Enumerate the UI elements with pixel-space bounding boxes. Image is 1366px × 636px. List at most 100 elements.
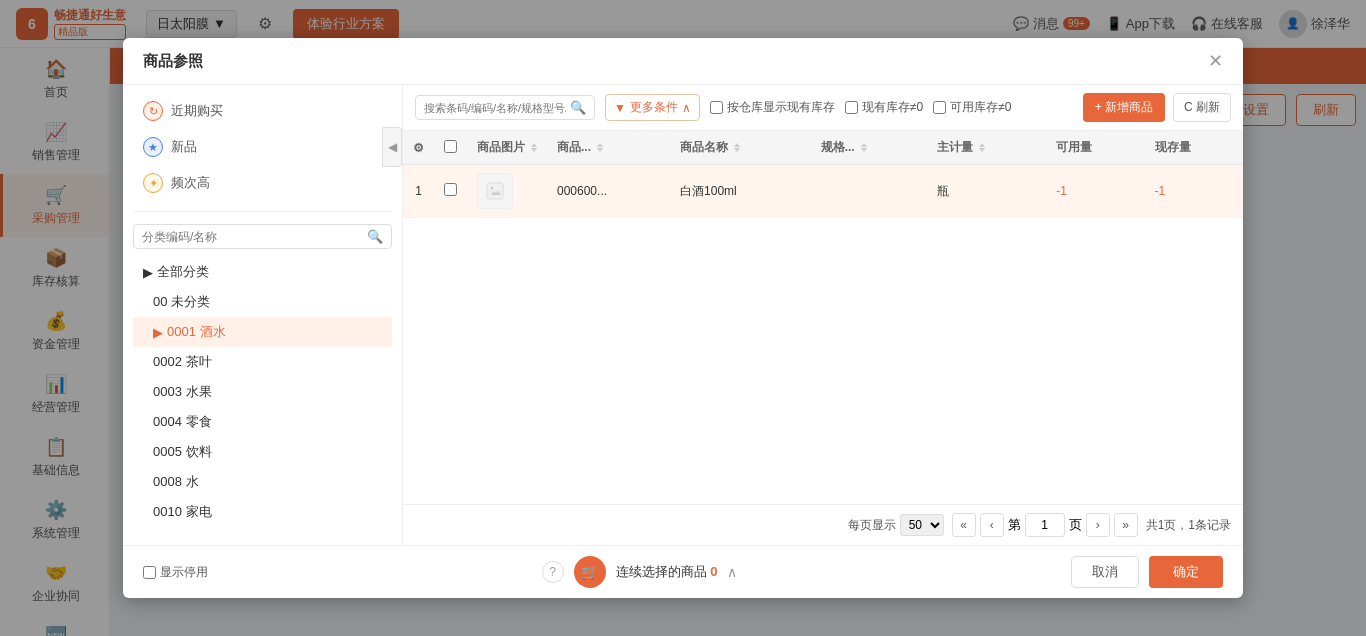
checkbox-nonzero-available[interactable]: 可用库存≠0 [933,99,1011,116]
filter-button[interactable]: ▼ 更多条件 ∧ [605,94,700,121]
svg-rect-0 [487,183,503,199]
show-disabled-checkbox[interactable] [143,566,156,579]
footer-buttons: 取消 确定 [1071,556,1223,588]
modal-right-panel: 🔍 ▼ 更多条件 ∧ 按仓库显示现有库存 现有库存≠0 [403,85,1243,545]
quick-buttons-group: ↻ 近期购买 ★ 新品 ✦ 频次高 ◀ [133,95,392,199]
col-check-header[interactable] [434,131,467,165]
category-item-water[interactable]: 0008 水 [133,467,392,497]
sort-up-icon [861,143,867,147]
product-table-area: ⚙ 商品图片 [403,131,1243,504]
sort-icon [734,143,740,152]
product-search-bar[interactable]: 🔍 [415,95,595,120]
col-image-header: 商品图片 [467,131,547,165]
sort-down-icon [734,148,740,152]
category-search-bar[interactable]: 🔍 [133,224,392,249]
category-item-uncategorized[interactable]: 00 未分类 [133,287,392,317]
new-product-icon: ★ [143,137,163,157]
table-row[interactable]: 1 000600... 白酒100ml 瓶 [403,165,1243,218]
row-checkbox-cell[interactable] [434,165,467,218]
row-checkbox[interactable] [444,183,457,196]
sort-up-icon [979,143,985,147]
svg-point-1 [491,187,494,190]
category-item-drinks[interactable]: 0005 饮料 [133,437,392,467]
page-navigation: « ‹ 第 页 › » [952,513,1138,537]
help-icon[interactable]: ? [542,561,564,583]
panel-collapse-button[interactable]: ◀ [382,127,402,167]
page-size-selector[interactable]: 每页显示 50 [848,514,944,536]
product-thumbnail [477,173,513,209]
arrow-icon: ▶ [143,265,153,280]
category-item-tea[interactable]: 0002 茶叶 [133,347,392,377]
col-unit-header: 主计量 [927,131,1046,165]
new-product-button[interactable]: ★ 新品 [133,131,392,163]
sort-icon [597,143,603,152]
col-spec-header: 规格... [811,131,927,165]
category-item-all[interactable]: ▶ 全部分类 [133,257,392,287]
selected-items-label: 连续选择的商品 0 [616,563,718,581]
pagination-bar: 每页显示 50 « ‹ 第 页 › » 共1页，1条记录 [403,504,1243,545]
cart-icon: 🛒 [574,556,606,588]
add-product-button[interactable]: + 新增商品 [1083,93,1165,122]
confirm-button[interactable]: 确定 [1149,556,1223,588]
modal-left-panel: ↻ 近期购买 ★ 新品 ✦ 频次高 ◀ 🔍 [123,85,403,545]
col-code-header: 商品... [547,131,670,165]
row-spec [811,165,927,218]
product-table: ⚙ 商品图片 [403,131,1243,218]
category-search-input[interactable] [142,230,363,244]
page-number-input[interactable] [1025,513,1065,537]
recent-purchase-button[interactable]: ↻ 近期购买 [133,95,392,127]
show-disabled-checkbox-label[interactable]: 显示停用 [143,564,208,581]
sort-icon [861,143,867,152]
cancel-button[interactable]: 取消 [1071,556,1139,588]
sort-down-icon [979,148,985,152]
checkbox-show-inventory[interactable]: 按仓库显示现有库存 [710,99,835,116]
col-name-header: 商品名称 [670,131,811,165]
high-frequency-button[interactable]: ✦ 频次高 [133,167,392,199]
select-all-checkbox[interactable] [444,140,457,153]
col-stock-header: 现存量 [1145,131,1243,165]
row-name: 白酒100ml [670,165,811,218]
modal-close-button[interactable]: ✕ [1208,50,1223,72]
page-size-select-input[interactable]: 50 [900,514,944,536]
show-inventory-checkbox[interactable] [710,101,723,114]
row-num: 1 [403,165,434,218]
sort-down-icon [597,148,603,152]
prev-page-button[interactable]: ‹ [980,513,1004,537]
col-available-header: 可用量 [1046,131,1144,165]
selected-count-badge: 0 [710,564,717,579]
category-item-liquor[interactable]: ▶ 0001 酒水 [133,317,392,347]
footer-collapse-button[interactable]: ∧ [727,564,737,580]
category-tree: ▶ 全部分类 00 未分类 ▶ 0001 酒水 0002 茶叶 0003 水果 [133,257,392,535]
category-item-appliance[interactable]: 0010 家电 [133,497,392,527]
product-reference-modal: 商品参照 ✕ ↻ 近期购买 ★ 新品 ✦ 频次高 [123,38,1243,598]
refresh-button[interactable]: C 刷新 [1173,93,1231,122]
search-icon[interactable]: 🔍 [570,100,586,115]
active-arrow-icon: ▶ [153,325,163,340]
category-item-snacks[interactable]: 0004 零食 [133,407,392,437]
col-settings-header[interactable]: ⚙ [403,131,434,165]
search-icon[interactable]: 🔍 [367,229,383,244]
sort-icon [531,143,537,152]
modal-header: 商品参照 ✕ [123,38,1243,85]
row-unit: 瓶 [927,165,1046,218]
nonzero-available-checkbox[interactable] [933,101,946,114]
last-page-button[interactable]: » [1114,513,1138,537]
modal-title: 商品参照 [143,52,203,71]
sort-down-icon [531,148,537,152]
sort-down-icon [861,148,867,152]
row-image-cell [467,165,547,218]
sort-up-icon [531,143,537,147]
first-page-button[interactable]: « [952,513,976,537]
modal-body: ↻ 近期购买 ★ 新品 ✦ 频次高 ◀ 🔍 [123,85,1243,545]
modal-footer: 显示停用 ? 🛒 连续选择的商品 0 ∧ 取消 确定 [123,545,1243,598]
product-search-input[interactable] [424,102,566,114]
filter-arrow-icon: ∧ [682,101,691,115]
nonzero-stock-checkbox[interactable] [845,101,858,114]
next-page-button[interactable]: › [1086,513,1110,537]
checkbox-nonzero-stock[interactable]: 现有库存≠0 [845,99,923,116]
modal-overlay: 商品参照 ✕ ↻ 近期购买 ★ 新品 ✦ 频次高 [0,0,1366,636]
divider [133,211,392,212]
row-available: -1 [1046,165,1144,218]
category-item-fruit[interactable]: 0003 水果 [133,377,392,407]
modal-toolbar: 🔍 ▼ 更多条件 ∧ 按仓库显示现有库存 现有库存≠0 [403,85,1243,131]
